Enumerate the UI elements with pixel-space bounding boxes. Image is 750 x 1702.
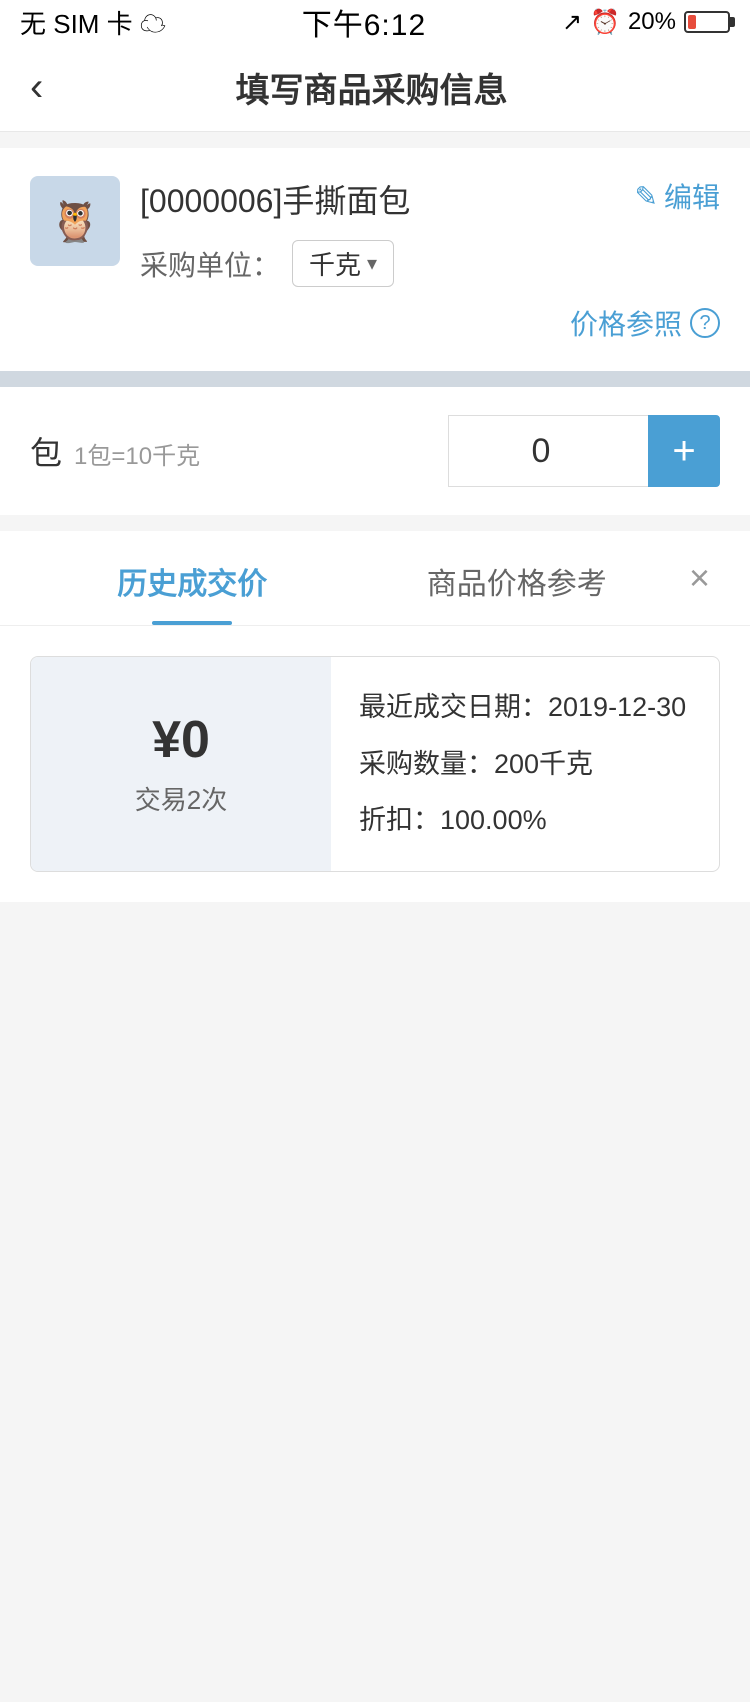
status-left: 无 SIM 卡 ☁ bbox=[20, 4, 166, 41]
product-code: [0000006] bbox=[140, 183, 282, 219]
location-icon: ↗ bbox=[562, 8, 582, 37]
edit-icon: ✎ bbox=[635, 180, 658, 213]
tabs-panel: 历史成交价 商品价格参考 × ¥0 交易2次 最近成交日期：2019-12-30… bbox=[0, 531, 750, 902]
package-ratio: 1包=10千克 bbox=[74, 436, 200, 471]
quantity-plus-button[interactable]: + bbox=[648, 415, 720, 487]
product-info: [0000006]手撕面包 采购单位： 千克 ▾ bbox=[140, 176, 410, 287]
product-unit-row: 采购单位： 千克 ▾ bbox=[140, 240, 410, 287]
history-price-section: ¥0 交易2次 bbox=[31, 657, 331, 871]
product-image: 🦉 bbox=[30, 176, 120, 266]
price-ref-button[interactable]: 价格参照 ? bbox=[570, 303, 720, 343]
history-quantity-label: 采购数量： bbox=[359, 749, 494, 779]
recent-date-value: 2019-12-30 bbox=[548, 692, 686, 722]
status-bar: 无 SIM 卡 ☁ 下午6:12 ↗ ⏰ 20% bbox=[0, 0, 750, 44]
product-bottom-row: 价格参照 ? bbox=[30, 303, 720, 343]
quantity-input-area: + bbox=[448, 415, 720, 487]
history-card: ¥0 交易2次 最近成交日期：2019-12-30 采购数量：200千克 折扣：… bbox=[30, 656, 720, 872]
tab-price-ref-label: 商品价格参考 bbox=[427, 568, 607, 601]
unit-arrow-icon: ▾ bbox=[367, 251, 377, 276]
section-divider bbox=[0, 371, 750, 387]
history-details-section: 最近成交日期：2019-12-30 采购数量：200千克 折扣：100.00% bbox=[331, 657, 719, 871]
battery-percent: 20% bbox=[628, 8, 676, 36]
sim-status: 无 SIM 卡 ☁ bbox=[20, 4, 166, 41]
history-discount: 折扣：100.00% bbox=[359, 800, 691, 841]
product-card: 🦉 [0000006]手撕面包 采购单位： 千克 ▾ ✎ 编辑 bbox=[0, 148, 750, 371]
product-left: 🦉 [0000006]手撕面包 采购单位： 千克 ▾ bbox=[30, 176, 410, 287]
history-trade-count: 交易2次 bbox=[135, 780, 227, 817]
tabs-header: 历史成交价 商品价格参考 × bbox=[0, 531, 750, 626]
history-quantity-value: 200千克 bbox=[494, 749, 593, 779]
quantity-input[interactable] bbox=[448, 415, 648, 487]
package-label: 包 bbox=[30, 428, 62, 474]
back-button[interactable]: ‹ bbox=[30, 65, 63, 110]
history-quantity: 采购数量：200千克 bbox=[359, 744, 691, 785]
product-thumbnail-icon: 🦉 bbox=[50, 198, 100, 245]
battery-fill bbox=[688, 15, 696, 29]
price-ref-label: 价格参照 bbox=[570, 303, 682, 343]
page-title: 填写商品采购信息 bbox=[63, 63, 680, 112]
edit-label: 编辑 bbox=[664, 176, 720, 216]
status-right: ↗ ⏰ 20% bbox=[562, 8, 730, 37]
status-time: 下午6:12 bbox=[302, 0, 426, 44]
price-ref-help-icon: ? bbox=[690, 308, 720, 338]
unit-label: 采购单位： bbox=[140, 244, 280, 284]
tab-close-button[interactable]: × bbox=[679, 547, 720, 609]
history-price-value: ¥0 bbox=[152, 710, 210, 770]
history-discount-value: 100.00% bbox=[440, 805, 547, 835]
tab-history-content: ¥0 交易2次 最近成交日期：2019-12-30 采购数量：200千克 折扣：… bbox=[0, 626, 750, 902]
product-top: 🦉 [0000006]手撕面包 采购单位： 千克 ▾ ✎ 编辑 bbox=[30, 176, 720, 287]
alarm-icon: ⏰ bbox=[590, 8, 620, 37]
tab-history-label: 历史成交价 bbox=[117, 568, 267, 601]
recent-date-label: 最近成交日期： bbox=[359, 692, 548, 722]
history-discount-label: 折扣： bbox=[359, 805, 440, 835]
page-body bbox=[0, 902, 750, 1702]
tab-active-indicator bbox=[152, 621, 232, 625]
tab-price-reference[interactable]: 商品价格参考 bbox=[354, 531, 678, 625]
header: ‹ 填写商品采购信息 bbox=[0, 44, 750, 132]
edit-button[interactable]: ✎ 编辑 bbox=[635, 176, 720, 216]
unit-value: 千克 bbox=[309, 245, 361, 282]
tab-history-price[interactable]: 历史成交价 bbox=[30, 531, 354, 625]
battery-icon bbox=[684, 11, 730, 33]
product-name: [0000006]手撕面包 bbox=[140, 176, 410, 222]
quantity-row: 包 1包=10千克 + bbox=[0, 387, 750, 515]
unit-select[interactable]: 千克 ▾ bbox=[292, 240, 394, 287]
product-title: 手撕面包 bbox=[282, 183, 410, 219]
history-recent-date: 最近成交日期：2019-12-30 bbox=[359, 687, 691, 728]
quantity-label: 包 1包=10千克 bbox=[30, 428, 200, 474]
